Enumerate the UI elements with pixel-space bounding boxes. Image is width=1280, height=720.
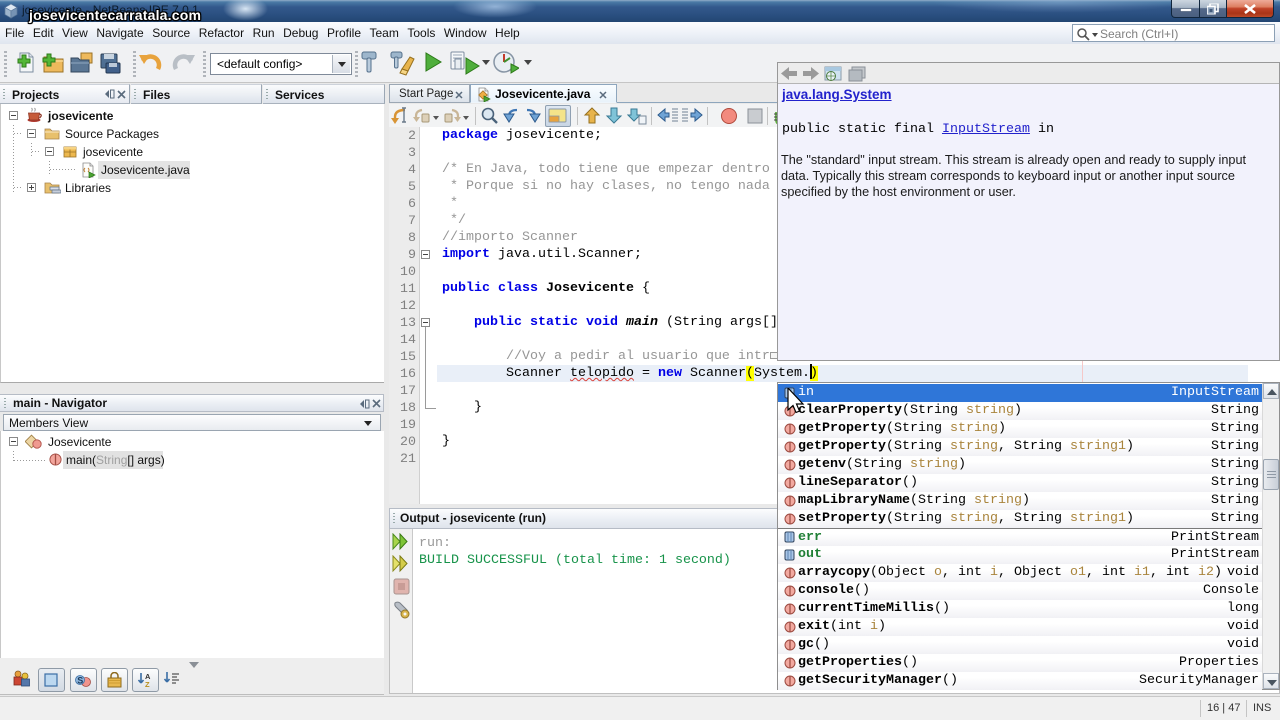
svg-text:S: S <box>77 676 83 686</box>
svg-text:Z: Z <box>145 680 150 689</box>
